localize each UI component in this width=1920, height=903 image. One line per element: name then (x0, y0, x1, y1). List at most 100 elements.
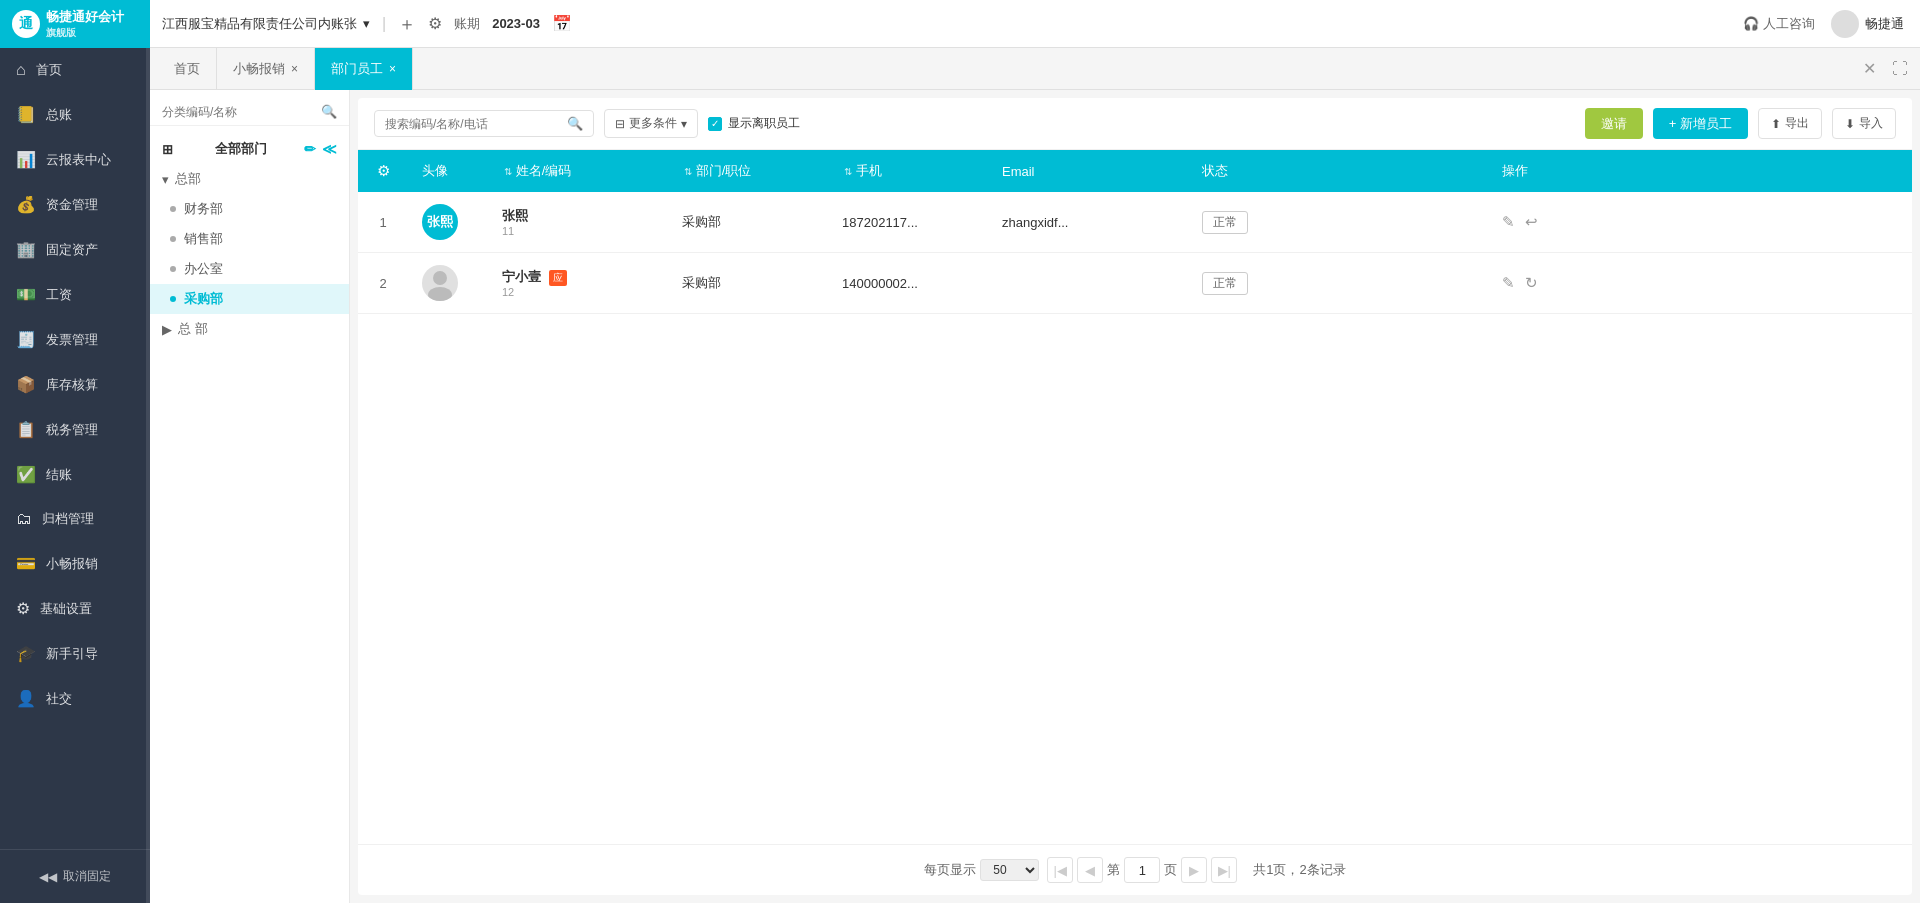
sidebar-item-assets[interactable]: 🏢 固定资产 (0, 227, 150, 272)
name-cell-2: 宁小壹 应 12 (488, 253, 668, 314)
page-size-dropdown[interactable]: 50 100 200 (980, 859, 1039, 881)
page-last-button[interactable]: ▶| (1211, 857, 1237, 883)
archive-icon: 🗂 (16, 510, 32, 528)
cancel-fixed-button[interactable]: ◀◀ 取消固定 (0, 860, 150, 893)
table-header-row: ⚙ 头像 ⇅ 姓名/编码 ⇅ (358, 150, 1912, 192)
col-avatar: 头像 (408, 150, 488, 192)
sidebar-item-xiaochang[interactable]: 💳 小畅报销 (0, 541, 150, 586)
dept-node-zongbu[interactable]: ▾ 总部 (150, 164, 349, 194)
name-cell-1: 张熙 11 (488, 192, 668, 253)
export-button[interactable]: ⬆ 导出 (1758, 108, 1822, 139)
sidebar-label-reports: 云报表中心 (46, 151, 111, 169)
page-input[interactable] (1124, 857, 1160, 883)
show-resigned-label[interactable]: ✓ 显示离职员工 (708, 115, 800, 132)
emp-search-icon[interactable]: 🔍 (567, 116, 583, 131)
dept-collapse-icon[interactable]: ≪ (322, 141, 337, 157)
all-dept-row[interactable]: ⊞ 全部部门 ✏ ≪ (150, 134, 349, 164)
dept-node-zongbu2[interactable]: ▶ 总 部 (150, 314, 349, 344)
tab-expand-button[interactable]: ⛶ (1888, 55, 1912, 82)
sidebar-item-adduser[interactable]: 👤 社交 (0, 676, 150, 721)
dept-node-xiaoshoubu[interactable]: 销售部 (150, 224, 349, 254)
dept-node-bangongshi[interactable]: 办公室 (150, 254, 349, 284)
emp-phone-2: 140000002... (842, 276, 918, 291)
email-cell-1: zhangxidf... (988, 192, 1188, 253)
sidebar-item-tax[interactable]: 📋 税务管理 (0, 407, 150, 452)
add-emp-label: + 新增员工 (1669, 115, 1732, 133)
scroll-indicator (146, 48, 150, 903)
sidebar-label-xiaochang: 小畅报销 (46, 555, 98, 573)
total-text: 共1页，2条记录 (1253, 861, 1345, 879)
sidebar-label-payroll: 工资 (46, 286, 72, 304)
dept-node-label-xiaoshoubu: 销售部 (184, 230, 223, 248)
dept-cell-2: 采购部 (668, 253, 828, 314)
home-icon: ⌂ (16, 61, 26, 79)
settle-icon: ✅ (16, 465, 36, 484)
emp-badge-2: 应 (549, 270, 567, 286)
dept-search-input[interactable] (162, 105, 321, 119)
tree-dot-icon (170, 236, 176, 242)
user-area[interactable]: 畅捷通 (1831, 10, 1904, 38)
status-cell-1: 正常 (1188, 192, 1488, 253)
sidebar-item-settings[interactable]: ⚙ 基础设置 (0, 586, 150, 631)
tab-close-deptemployee[interactable]: × (389, 62, 396, 76)
page-prev-button[interactable]: ◀ (1077, 857, 1103, 883)
add-employee-button[interactable]: + 新增员工 (1653, 108, 1748, 139)
chevron-down-icon: ▾ (363, 16, 370, 31)
sidebar-item-reports[interactable]: 📊 云报表中心 (0, 137, 150, 182)
invite-label: 邀请 (1601, 116, 1627, 131)
exit-icon-1[interactable]: ↩ (1525, 213, 1538, 231)
sidebar-item-inventory[interactable]: 📦 库存核算 (0, 362, 150, 407)
tab-home[interactable]: 首页 (158, 48, 217, 90)
invite-button[interactable]: 邀请 (1585, 108, 1643, 139)
page-first-button[interactable]: |◀ (1047, 857, 1073, 883)
user-name: 畅捷通 (1865, 15, 1904, 33)
add-company-button[interactable]: ＋ (398, 12, 416, 36)
sidebar-item-guide[interactable]: 🎓 新手引导 (0, 631, 150, 676)
tab-close-xiaochang[interactable]: × (291, 62, 298, 76)
logo-area: 通 畅捷通好会计 旗舰版 (0, 0, 150, 48)
sidebar-item-payroll[interactable]: 💵 工资 (0, 272, 150, 317)
tab-deptemployee[interactable]: 部门员工 × (315, 48, 413, 90)
ledger-icon: 📒 (16, 105, 36, 124)
col-settings-icon[interactable]: ⚙ (377, 162, 390, 179)
sidebar-item-funds[interactable]: 💰 资金管理 (0, 182, 150, 227)
avatar-cell-2 (408, 253, 488, 314)
emp-search-input[interactable] (385, 117, 561, 131)
sidebar-label-ledger: 总账 (46, 106, 72, 124)
dept-search-icon[interactable]: 🔍 (321, 104, 337, 119)
dept-node-caigoubu[interactable]: 采购部 (150, 284, 349, 314)
tab-close-window-button[interactable]: ✕ (1859, 55, 1880, 82)
sort-icon: ⇅ (504, 166, 512, 177)
service-button[interactable]: 🎧 人工咨询 (1743, 15, 1815, 33)
refresh-icon-2[interactable]: ↻ (1525, 274, 1538, 292)
filter-button[interactable]: ⊟ 更多条件 ▾ (604, 109, 698, 138)
edit-icon-1[interactable]: ✎ (1502, 213, 1515, 231)
service-label: 人工咨询 (1763, 15, 1815, 33)
sidebar-label-settle: 结账 (46, 466, 72, 484)
avatar-cell-1: 张熙 (408, 192, 488, 253)
export-icon: ⬆ (1771, 117, 1781, 131)
top-bar: 通 畅捷通好会计 旗舰版 江西服宝精品有限责任公司内账张 ▾ | ＋ ⚙ 账期 … (0, 0, 1920, 48)
dept-edit-icon[interactable]: ✏ (304, 141, 316, 157)
sidebar-item-invoice[interactable]: 🧾 发票管理 (0, 317, 150, 362)
tree-arrow-icon: ▾ (162, 172, 169, 187)
edit-icon-2[interactable]: ✎ (1502, 274, 1515, 292)
sidebar-item-ledger[interactable]: 📒 总账 (0, 92, 150, 137)
sidebar-item-settle[interactable]: ✅ 结账 (0, 452, 150, 497)
company-selector[interactable]: 江西服宝精品有限责任公司内账张 ▾ (162, 15, 370, 33)
show-resigned-checkbox[interactable]: ✓ (708, 117, 722, 131)
dept-search-area: 🔍 (150, 98, 349, 126)
tab-xiaochang[interactable]: 小畅报销 × (217, 48, 315, 90)
dept-cell-1: 采购部 (668, 192, 828, 253)
settings-icon[interactable]: ⚙ (428, 14, 442, 33)
col-dept-position: ⇅ 部门/职位 (668, 150, 828, 192)
calendar-icon[interactable]: 📅 (552, 14, 572, 33)
dept-node-caiwubu[interactable]: 财务部 (150, 194, 349, 224)
page-next-button[interactable]: ▶ (1181, 857, 1207, 883)
xiaochang-icon: 💳 (16, 554, 36, 573)
import-button[interactable]: ⬇ 导入 (1832, 108, 1896, 139)
guide-icon: 🎓 (16, 644, 36, 663)
dept-node-label-bangongshi: 办公室 (184, 260, 223, 278)
sidebar-item-archive[interactable]: 🗂 归档管理 (0, 497, 150, 541)
sidebar-item-home[interactable]: ⌂ 首页 (0, 48, 150, 92)
